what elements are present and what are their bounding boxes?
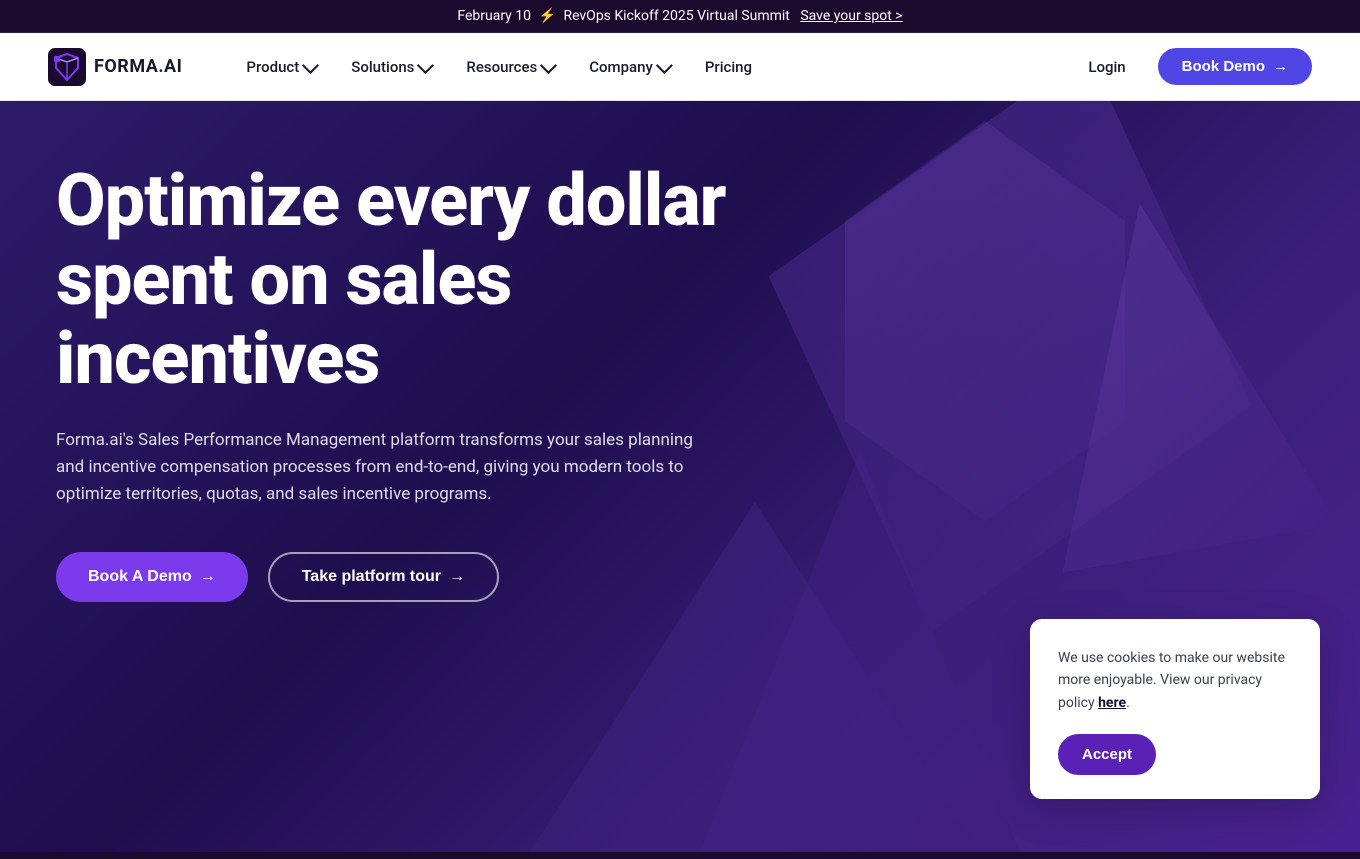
nav-right: Login Book Demo →	[1072, 48, 1312, 85]
nav-item-resources[interactable]: Resources	[450, 50, 569, 84]
logo[interactable]: FORMA.AI	[48, 48, 182, 86]
book-demo-hero-button[interactable]: Book A Demo →	[56, 552, 248, 602]
arrow-right-icon: →	[200, 568, 216, 586]
login-button[interactable]: Login	[1072, 50, 1141, 84]
nav-item-solutions[interactable]: Solutions	[335, 50, 446, 84]
hero-content: Optimize every dollar spent on sales inc…	[56, 161, 756, 602]
cookie-period: .	[1126, 695, 1130, 711]
chevron-down-icon	[417, 57, 434, 74]
announcement-bar: February 10 ⚡ RevOps Kickoff 2025 Virtua…	[0, 0, 1360, 33]
cookie-message: We use cookies to make our website more …	[1058, 647, 1292, 714]
announcement-text: February 10 ⚡ RevOps Kickoff 2025 Virtua…	[457, 8, 902, 24]
nav-item-company[interactable]: Company	[573, 50, 685, 84]
hero-subtitle: Forma.ai's Sales Performance Management …	[56, 427, 696, 509]
logo-icon	[48, 48, 86, 86]
platform-tour-button[interactable]: Take platform tour →	[268, 552, 499, 602]
nav-item-pricing[interactable]: Pricing	[689, 50, 768, 84]
cookie-message-text: We use cookies to make our website more …	[1058, 650, 1285, 711]
chevron-down-icon	[540, 57, 557, 74]
cookie-privacy-link[interactable]: here	[1098, 695, 1126, 711]
nav-resources-label: Resources	[466, 58, 537, 76]
hero-buttons: Book A Demo → Take platform tour →	[56, 552, 756, 602]
main-nav: FORMA.AI Product Solutions Resources Com…	[0, 33, 1360, 101]
nav-product-label: Product	[246, 58, 299, 76]
announcement-cta-link[interactable]: Save your spot >	[800, 8, 902, 24]
platform-tour-label: Take platform tour	[302, 568, 441, 586]
cookie-accept-button[interactable]: Accept	[1058, 734, 1156, 775]
nav-pricing-label: Pricing	[705, 58, 752, 76]
chevron-down-icon	[656, 57, 673, 74]
nav-company-label: Company	[589, 58, 653, 76]
nav-item-product[interactable]: Product	[230, 50, 331, 84]
chevron-down-icon	[302, 57, 319, 74]
logo-text: FORMA.AI	[94, 56, 182, 77]
book-demo-hero-label: Book A Demo	[88, 568, 192, 586]
nav-links: Product Solutions Resources Company Pric…	[230, 50, 1072, 84]
hero-title: Optimize every dollar spent on sales inc…	[56, 161, 756, 399]
arrow-right-icon: →	[1273, 58, 1288, 75]
announcement-event: RevOps Kickoff 2025 Virtual Summit	[563, 8, 789, 24]
book-demo-label: Book Demo	[1182, 58, 1265, 75]
nav-solutions-label: Solutions	[351, 58, 414, 76]
book-demo-button[interactable]: Book Demo →	[1158, 48, 1312, 85]
flash-icon: ⚡	[539, 8, 556, 24]
cookie-banner: We use cookies to make our website more …	[1030, 619, 1320, 799]
announcement-date: February 10	[457, 8, 531, 24]
arrow-right-icon: →	[449, 568, 465, 586]
